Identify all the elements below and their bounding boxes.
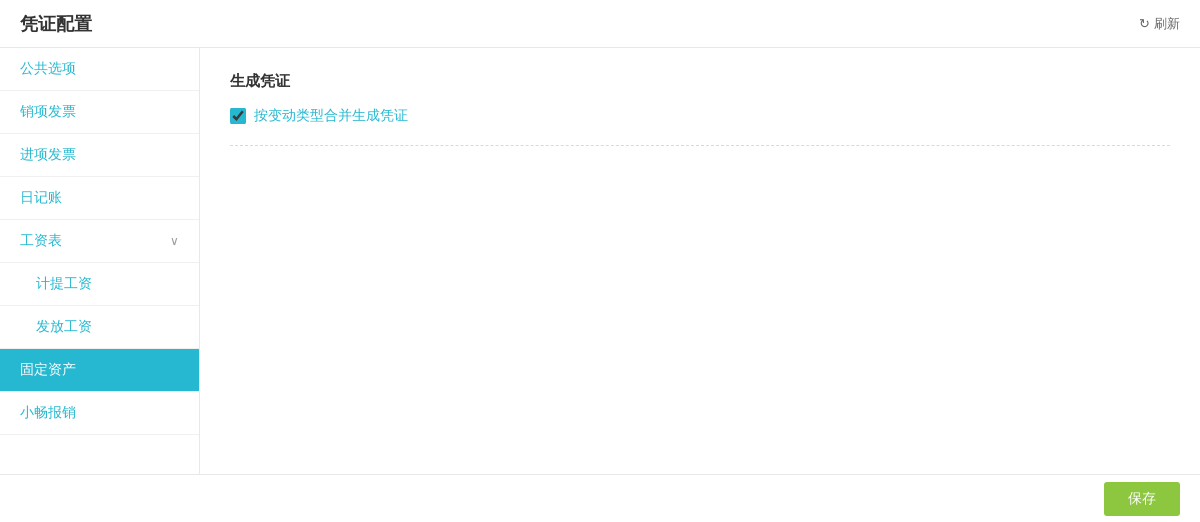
merge-checkbox-label[interactable]: 按变动类型合并生成凭证 (254, 107, 408, 125)
chevron-down-icon: ∨ (170, 234, 179, 248)
page-header: 凭证配置 ↻ 刷新 (0, 0, 1200, 48)
sidebar-item-expense-report[interactable]: 小畅报销 (0, 392, 199, 435)
sidebar-item-pay-salary[interactable]: 发放工资 (0, 306, 199, 349)
sidebar: 公共选项销项发票进项发票日记账工资表 ∨ 计提工资发放工资固定资产小畅报销 (0, 48, 200, 474)
section-divider (230, 145, 1170, 146)
refresh-label: 刷新 (1154, 15, 1180, 33)
sidebar-item-journal[interactable]: 日记账 (0, 177, 199, 220)
sidebar-item-public-options[interactable]: 公共选项 (0, 48, 199, 91)
page-footer: 保存 (0, 474, 1200, 522)
content-area: 生成凭证 按变动类型合并生成凭证 (200, 48, 1200, 474)
main-container: 公共选项销项发票进项发票日记账工资表 ∨ 计提工资发放工资固定资产小畅报销 生成凭证… (0, 48, 1200, 474)
sidebar-item-label: 日记账 (20, 189, 62, 207)
sidebar-item-label: 发放工资 (36, 318, 92, 336)
sidebar-item-label: 固定资产 (20, 361, 76, 379)
sidebar-item-label: 进项发票 (20, 146, 76, 164)
sidebar-item-fixed-assets[interactable]: 固定资产 (0, 349, 199, 392)
page-title: 凭证配置 (20, 12, 92, 36)
sidebar-item-label: 计提工资 (36, 275, 92, 293)
save-button[interactable]: 保存 (1104, 482, 1180, 516)
sidebar-item-label: 销项发票 (20, 103, 76, 121)
checkbox-row: 按变动类型合并生成凭证 (230, 107, 1170, 125)
sidebar-item-label: 公共选项 (20, 60, 76, 78)
sidebar-item-purchase-invoice[interactable]: 进项发票 (0, 134, 199, 177)
sidebar-item-payroll-table[interactable]: 工资表 ∨ (0, 220, 199, 263)
refresh-button[interactable]: ↻ 刷新 (1139, 15, 1180, 33)
sidebar-item-calc-salary[interactable]: 计提工资 (0, 263, 199, 306)
section-title: 生成凭证 (230, 72, 1170, 91)
sidebar-item-sales-invoice[interactable]: 销项发票 (0, 91, 199, 134)
sidebar-item-label: 工资表 (20, 232, 62, 250)
refresh-icon: ↻ (1139, 16, 1150, 31)
sidebar-item-label: 小畅报销 (20, 404, 76, 422)
merge-checkbox[interactable] (230, 108, 246, 124)
